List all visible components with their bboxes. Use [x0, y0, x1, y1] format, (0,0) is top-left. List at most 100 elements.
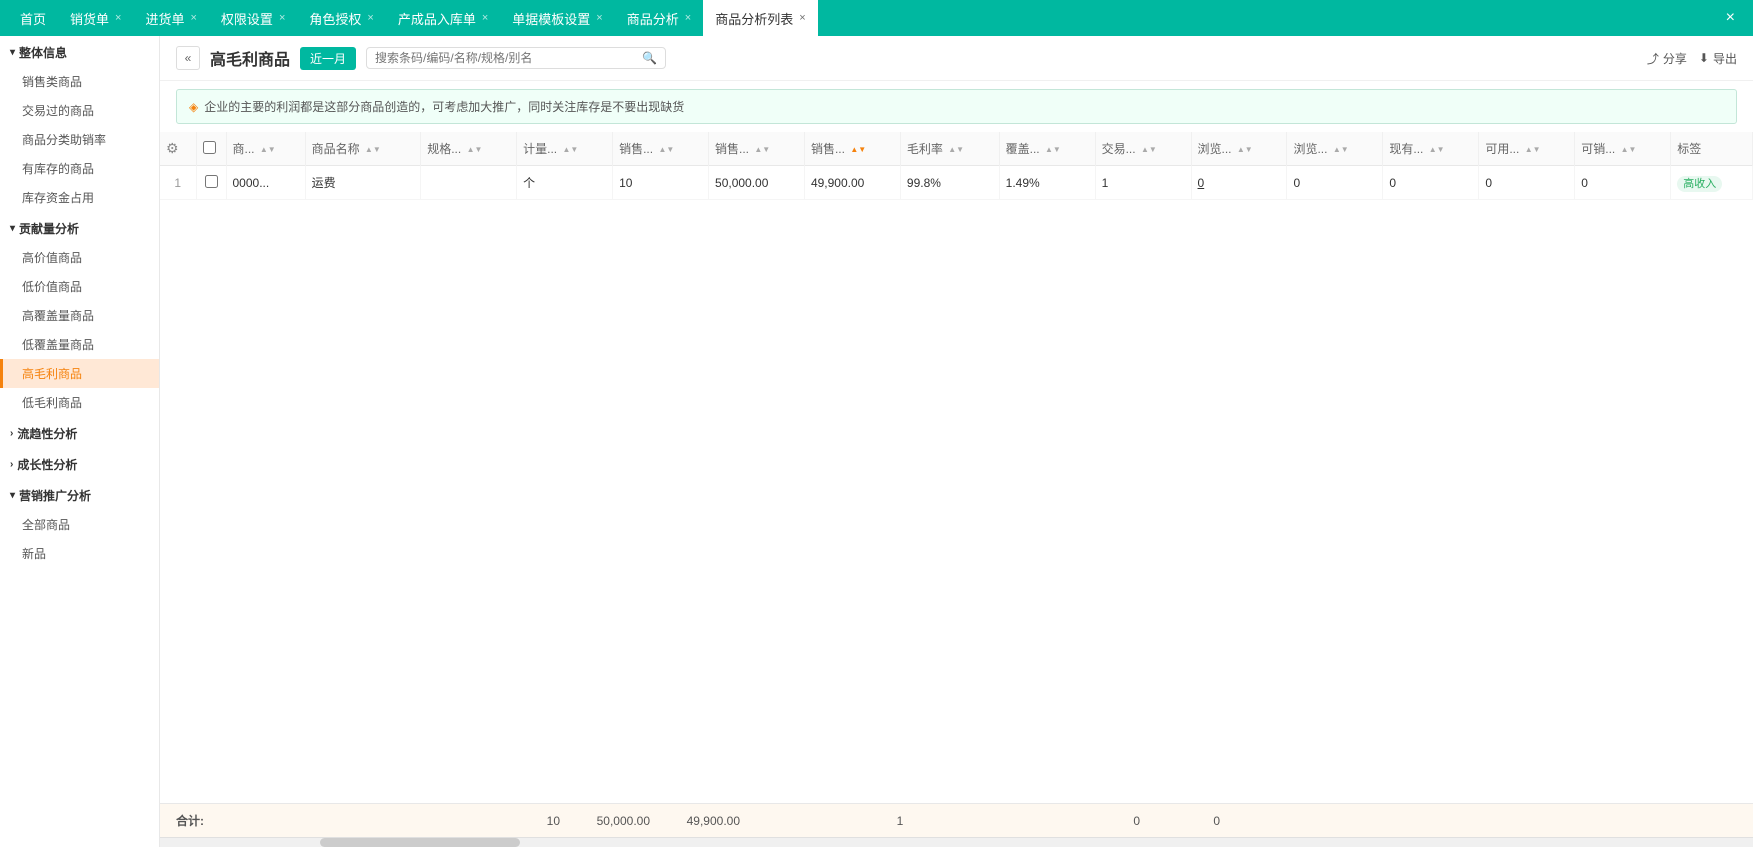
sidebar-group-marketing[interactable]: ▾ 营销推广分析	[0, 479, 159, 510]
sort-icon: ▲▼	[365, 145, 381, 154]
nav-role-auth[interactable]: 角色授权 ×	[297, 0, 385, 36]
nav-product-analysis-list[interactable]: 商品分析列表 ×	[703, 0, 817, 36]
sort-icon: ▲▼	[260, 145, 276, 154]
data-table: ⚙ 商... ▲▼ 商品名称 ▲▼	[160, 132, 1753, 200]
share-icon: ⤴	[1647, 50, 1659, 67]
sidebar-item-category-sales-rate[interactable]: 商品分类助销率	[0, 125, 159, 154]
cell-sales2: 50,000.00	[709, 166, 805, 200]
cell-code: 0000...	[226, 166, 305, 200]
close-icon[interactable]: ×	[367, 12, 373, 24]
sort-icon: ▲▼	[1525, 145, 1541, 154]
col-settings[interactable]: ⚙	[160, 132, 196, 166]
col-transaction[interactable]: 交易... ▲▼	[1095, 132, 1191, 166]
nav-product-storage[interactable]: 产成品入库单 ×	[386, 0, 500, 36]
table-container[interactable]: ⚙ 商... ▲▼ 商品名称 ▲▼	[160, 132, 1753, 803]
chevron-down-icon: ▾	[10, 490, 15, 501]
col-sales1[interactable]: 销售... ▲▼	[613, 132, 709, 166]
select-all-checkbox[interactable]	[203, 141, 216, 154]
export-button[interactable]: ⬇ 导出	[1699, 50, 1737, 67]
col-unit[interactable]: 计量... ▲▼	[517, 132, 613, 166]
footer-label: 合计:	[176, 812, 204, 829]
sidebar-item-traded-goods[interactable]: 交易过的商品	[0, 96, 159, 125]
header-actions: ⤴ 分享 ⬇ 导出	[1647, 50, 1737, 67]
row-checkbox[interactable]	[205, 175, 218, 188]
sort-icon: ▲▼	[1237, 145, 1253, 154]
cell-browse1[interactable]: 0	[1191, 166, 1287, 200]
cell-sales3: 49,900.00	[804, 166, 900, 200]
search-input[interactable]	[375, 51, 642, 65]
footer-transaction: 1	[860, 814, 940, 828]
col-browse2[interactable]: 浏览... ▲▼	[1287, 132, 1383, 166]
col-stock1[interactable]: 现有... ▲▼	[1383, 132, 1479, 166]
close-icon[interactable]: ×	[279, 12, 285, 24]
close-icon[interactable]: ×	[799, 12, 805, 24]
close-icon[interactable]: ×	[115, 12, 121, 24]
sidebar-item-high-coverage[interactable]: 高覆盖量商品	[0, 301, 159, 330]
footer-sales1: 10	[480, 814, 560, 828]
col-gross-rate[interactable]: 毛利率 ▲▼	[900, 132, 999, 166]
col-name[interactable]: 商品名称 ▲▼	[305, 132, 421, 166]
sidebar-item-all-goods[interactable]: 全部商品	[0, 510, 159, 539]
nav-permission-settings[interactable]: 权限设置 ×	[209, 0, 297, 36]
sidebar-group-overall[interactable]: ▾ 整体信息	[0, 36, 159, 67]
search-box: 🔍	[366, 47, 666, 69]
col-tag: 标签	[1671, 132, 1753, 166]
sidebar-item-low-coverage[interactable]: 低覆盖量商品	[0, 330, 159, 359]
col-sales2[interactable]: 销售... ▲▼	[709, 132, 805, 166]
cell-sales1: 10	[613, 166, 709, 200]
settings-icon[interactable]: ⚙	[166, 140, 179, 156]
sidebar-group-trend[interactable]: › 流趋性分析	[0, 417, 159, 448]
col-spec[interactable]: 规格... ▲▼	[421, 132, 517, 166]
date-filter-button[interactable]: 近一月	[300, 47, 356, 70]
share-button[interactable]: ⤴ 分享	[1647, 50, 1687, 67]
bottom-scrollbar[interactable]	[160, 837, 1753, 847]
content-area: « 高毛利商品 近一月 🔍 ⤴ 分享 ⬇ 导出	[160, 36, 1753, 847]
sidebar: ▾ 整体信息 销售类商品 交易过的商品 商品分类助销率 有库存的商品 库存资金占…	[0, 36, 160, 847]
sidebar-item-low-margin[interactable]: 低毛利商品	[0, 388, 159, 417]
close-icon[interactable]: ×	[596, 12, 602, 24]
nav-home[interactable]: 首页	[8, 0, 58, 36]
col-sales3[interactable]: 销售... ▲▼	[804, 132, 900, 166]
cell-stock3: 0	[1575, 166, 1671, 200]
search-icon[interactable]: 🔍	[642, 51, 657, 65]
scrollbar-thumb[interactable]	[320, 838, 520, 847]
sidebar-item-high-margin[interactable]: 高毛利商品	[0, 359, 159, 388]
sidebar-group-contribution[interactable]: ▾ 贡献量分析	[0, 212, 159, 243]
close-all-button[interactable]: ×	[1716, 9, 1745, 27]
sidebar-item-sales-goods[interactable]: 销售类商品	[0, 67, 159, 96]
col-browse1[interactable]: 浏览... ▲▼	[1191, 132, 1287, 166]
sidebar-item-high-value[interactable]: 高价值商品	[0, 243, 159, 272]
nav-sales-order[interactable]: 销货单 ×	[58, 0, 133, 36]
cell-spec	[421, 166, 517, 200]
chevron-right-icon: ›	[10, 428, 13, 439]
chevron-down-icon: ▾	[10, 223, 15, 234]
sort-icon: ▲▼	[467, 145, 483, 154]
close-icon[interactable]: ×	[685, 12, 691, 24]
nav-template-settings[interactable]: 单据模板设置 ×	[500, 0, 614, 36]
main-layout: ▾ 整体信息 销售类商品 交易过的商品 商品分类助销率 有库存的商品 库存资金占…	[0, 36, 1753, 847]
table-row: 1 0000... 运费	[160, 166, 1753, 200]
close-icon[interactable]: ×	[190, 12, 196, 24]
col-code[interactable]: 商... ▲▼	[226, 132, 305, 166]
col-stock2[interactable]: 可用... ▲▼	[1479, 132, 1575, 166]
info-icon: ◈	[189, 100, 198, 114]
row-index: 1	[160, 166, 196, 200]
top-navigation: 首页 销货单 × 进货单 × 权限设置 × 角色授权 × 产成品入库单 × 单据…	[0, 0, 1753, 36]
nav-purchase-order[interactable]: 进货单 ×	[133, 0, 208, 36]
sidebar-item-low-value[interactable]: 低价值商品	[0, 272, 159, 301]
sidebar-group-growth[interactable]: › 成长性分析	[0, 448, 159, 479]
cell-stock2: 0	[1479, 166, 1575, 200]
footer-stock1: 0	[1060, 814, 1140, 828]
sidebar-item-stock-capital[interactable]: 库存资金占用	[0, 183, 159, 212]
cell-gross-rate: 99.8%	[900, 166, 999, 200]
sidebar-collapse-button[interactable]: «	[176, 46, 200, 70]
col-stock3[interactable]: 可销... ▲▼	[1575, 132, 1671, 166]
nav-product-analysis[interactable]: 商品分析 ×	[615, 0, 703, 36]
cell-name: 运费	[305, 166, 421, 200]
sidebar-item-new-goods[interactable]: 新品	[0, 539, 159, 568]
close-icon[interactable]: ×	[482, 12, 488, 24]
info-banner: ◈ 企业的主要的利润都是这部分商品创造的，可考虑加大推广，同时关注库存是不要出现…	[176, 89, 1737, 124]
sidebar-item-in-stock-goods[interactable]: 有库存的商品	[0, 154, 159, 183]
footer-bar: 合计: 10 50,000.00 49,900.00	[160, 803, 1753, 837]
col-coverage[interactable]: 覆盖... ▲▼	[999, 132, 1095, 166]
